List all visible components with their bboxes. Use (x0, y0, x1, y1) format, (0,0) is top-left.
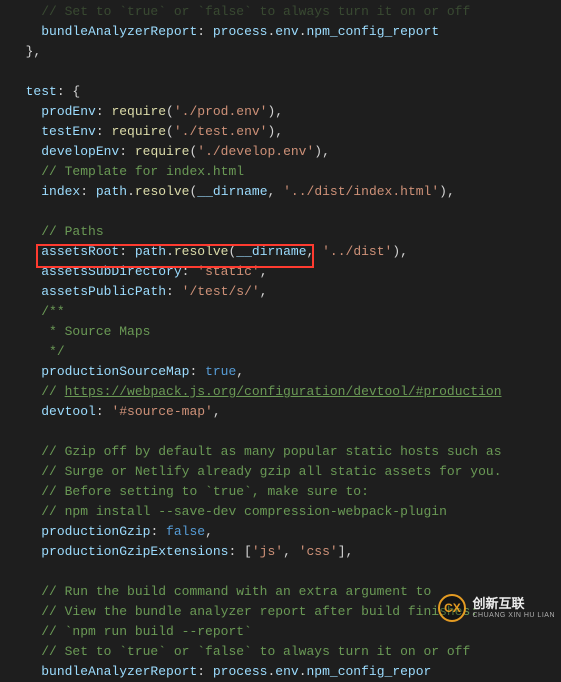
code-line[interactable]: productionGzip: false, (10, 522, 561, 542)
code-line[interactable]: bundleAnalyzerReport: process.env.npm_co… (10, 662, 561, 682)
code-line[interactable]: assetsPublicPath: '/test/s/', (10, 282, 561, 302)
code-editor[interactable]: // Set to `true` or `false` to always tu… (10, 2, 561, 682)
code-line[interactable]: productionSourceMap: true, (10, 362, 561, 382)
code-line[interactable] (10, 422, 561, 442)
watermark-logo-icon: CX (438, 594, 466, 622)
watermark-cn: 创新互联 (472, 597, 555, 610)
code-line[interactable]: }, (10, 42, 561, 62)
watermark-en: CHUANG XIN HU LIAN (472, 612, 555, 619)
code-line[interactable]: // npm install --save-dev compression-we… (10, 502, 561, 522)
code-line[interactable] (10, 62, 561, 82)
code-line[interactable]: bundleAnalyzerReport: process.env.npm_co… (10, 22, 561, 42)
code-line[interactable] (10, 562, 561, 582)
code-line[interactable]: */ (10, 342, 561, 362)
code-line[interactable]: devtool: '#source-map', (10, 402, 561, 422)
code-line[interactable]: // Set to `true` or `false` to always tu… (10, 2, 561, 22)
code-line[interactable]: assetsRoot: path.resolve(__dirname, '../… (10, 242, 561, 262)
code-line[interactable]: prodEnv: require('./prod.env'), (10, 102, 561, 122)
code-line[interactable]: assetsSubDirectory: 'static', (10, 262, 561, 282)
code-line[interactable]: * Source Maps (10, 322, 561, 342)
code-line[interactable]: testEnv: require('./test.env'), (10, 122, 561, 142)
code-line[interactable]: test: { (10, 82, 561, 102)
code-line[interactable] (10, 202, 561, 222)
code-line[interactable]: // Paths (10, 222, 561, 242)
code-line[interactable]: // Template for index.html (10, 162, 561, 182)
code-line[interactable]: // Gzip off by default as many popular s… (10, 442, 561, 462)
code-line[interactable]: // Surge or Netlify already gzip all sta… (10, 462, 561, 482)
code-line[interactable]: /** (10, 302, 561, 322)
code-line[interactable]: // Set to `true` or `false` to always tu… (10, 642, 561, 662)
watermark: CX 创新互联 CHUANG XIN HU LIAN (438, 594, 555, 622)
code-line[interactable]: // `npm run build --report` (10, 622, 561, 642)
code-line[interactable]: // Before setting to `true`, make sure t… (10, 482, 561, 502)
code-line[interactable]: // https://webpack.js.org/configuration/… (10, 382, 561, 402)
code-line[interactable]: developEnv: require('./develop.env'), (10, 142, 561, 162)
code-line[interactable]: productionGzipExtensions: ['js', 'css'], (10, 542, 561, 562)
code-line[interactable]: index: path.resolve(__dirname, '../dist/… (10, 182, 561, 202)
